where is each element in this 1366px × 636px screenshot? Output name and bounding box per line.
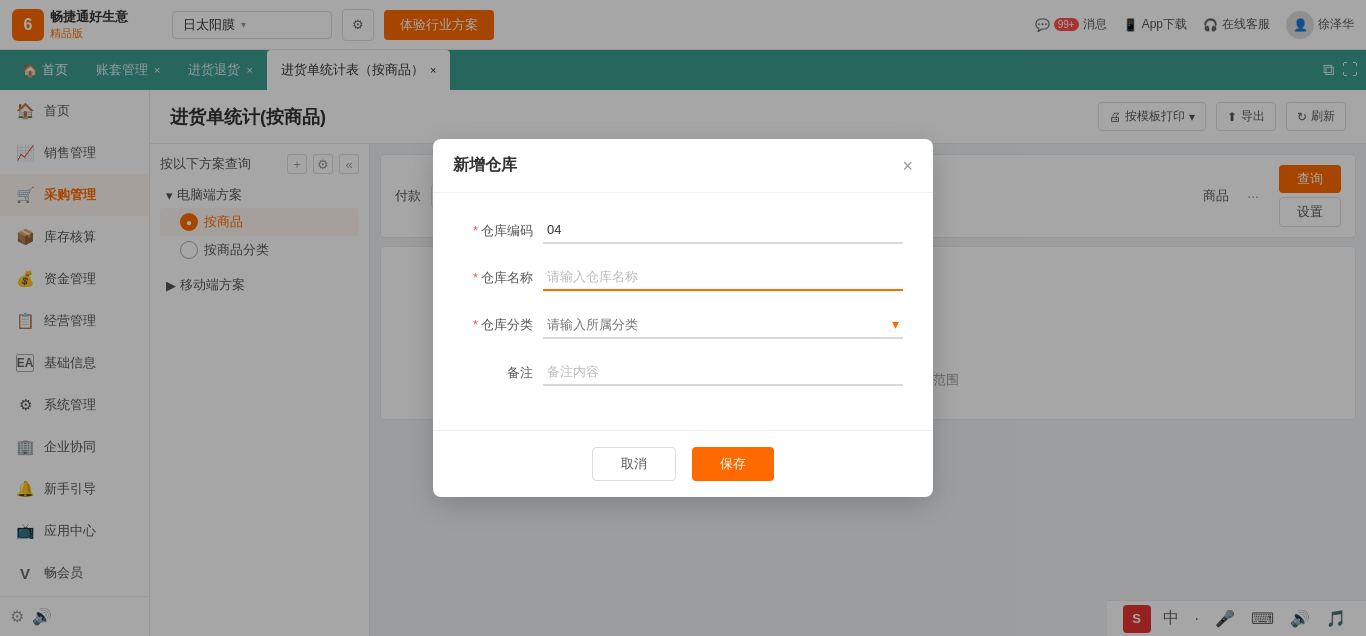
modal-overlay: 新增仓库 × *仓库编码 *仓库名称 *仓库分类 [0, 0, 1366, 636]
add-warehouse-modal: 新增仓库 × *仓库编码 *仓库名称 *仓库分类 [433, 139, 933, 497]
chevron-down-icon: ▾ [892, 316, 899, 332]
modal-footer: 取消 保存 [433, 430, 933, 497]
note-row: 备注 [463, 359, 903, 386]
category-select-wrap[interactable]: ▾ [543, 311, 903, 339]
note-input[interactable] [543, 359, 903, 386]
modal-header: 新增仓库 × [433, 139, 933, 193]
code-label: *仓库编码 [463, 222, 533, 240]
modal-close-button[interactable]: × [902, 157, 913, 175]
save-button[interactable]: 保存 [692, 447, 774, 481]
name-row: *仓库名称 [463, 264, 903, 291]
name-label: *仓库名称 [463, 269, 533, 287]
warehouse-name-input[interactable] [543, 264, 903, 291]
warehouse-code-input[interactable] [543, 217, 903, 244]
category-row: *仓库分类 ▾ [463, 311, 903, 339]
note-label: 备注 [463, 364, 533, 382]
category-label: *仓库分类 [463, 316, 533, 334]
cancel-button[interactable]: 取消 [592, 447, 676, 481]
code-row: *仓库编码 [463, 217, 903, 244]
category-input[interactable] [547, 317, 892, 332]
modal-body: *仓库编码 *仓库名称 *仓库分类 ▾ [433, 193, 933, 430]
modal-title: 新增仓库 [453, 155, 517, 176]
